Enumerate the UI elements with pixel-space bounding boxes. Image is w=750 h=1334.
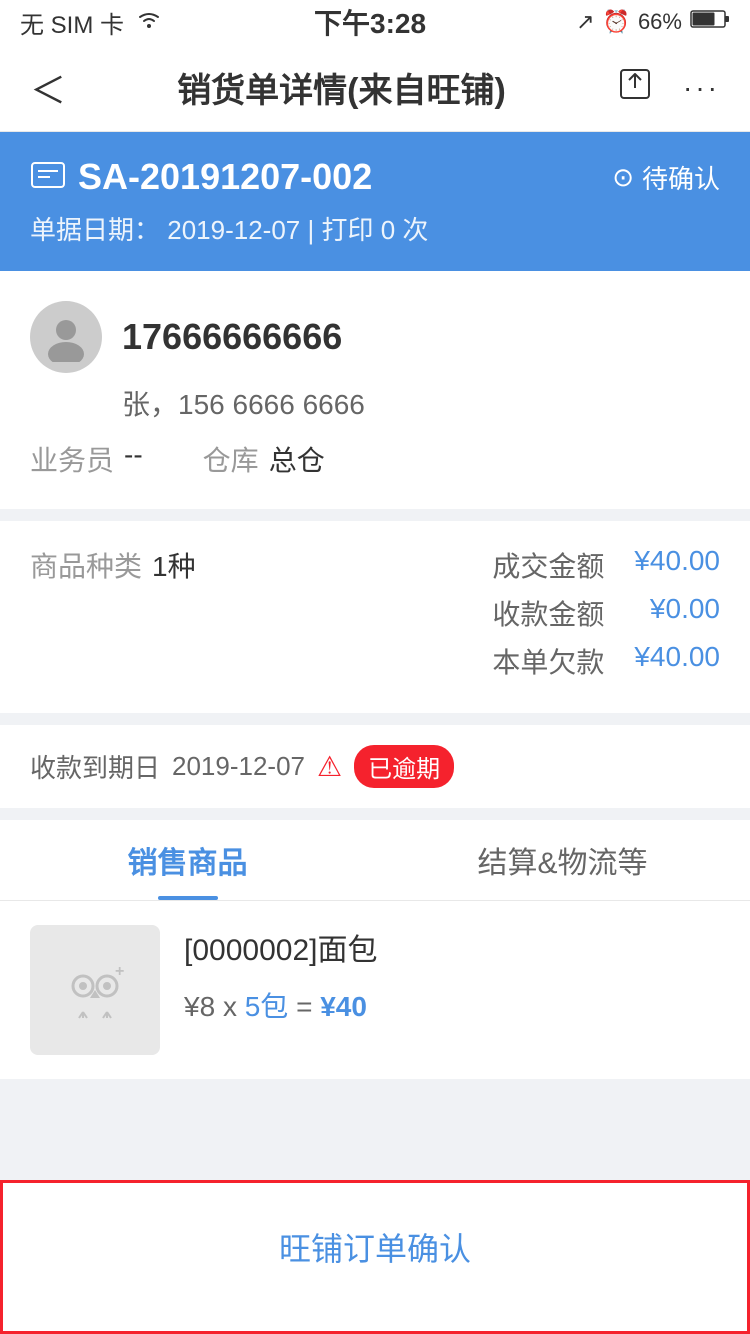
status-right: ↗ ⏰ 66% xyxy=(576,9,730,35)
customer-name: 张，156 6666 6666 xyxy=(122,383,720,423)
nav-bar: ＜ 销货单详情(来自旺铺) ··· xyxy=(0,44,750,132)
status-bar: 无 SIM 卡 下午3:28 ↗ ⏰ 66% xyxy=(0,0,750,44)
avatar xyxy=(30,301,102,373)
carrier-text: 无 SIM 卡 xyxy=(20,5,124,40)
multiply-sign: x xyxy=(223,991,245,1022)
equal-sign: = xyxy=(296,991,320,1022)
salesperson-label: 业务员 xyxy=(30,439,114,479)
confirm-order-button[interactable]: 旺铺订单确认 xyxy=(33,1203,717,1291)
received-amount-label: 收款金额 xyxy=(492,593,604,633)
transaction-amount-label: 成交金额 xyxy=(492,545,604,585)
received-amount-row: 收款金额 ¥0.00 xyxy=(492,593,720,633)
price-per-unit: ¥8 xyxy=(184,991,215,1022)
products-section: + [0000002]面包 ¥8 x 5包 = ¥40 xyxy=(0,901,750,1079)
wifi-icon xyxy=(134,8,164,36)
warehouse-value: 总仓 xyxy=(269,439,325,479)
salesperson-value: -- xyxy=(124,439,143,479)
product-image: + xyxy=(30,925,160,1055)
nav-actions: ··· xyxy=(617,66,720,109)
due-date-section: 收款到期日 2019-12-07 ⚠ 已逾期 xyxy=(0,713,750,808)
page-title: 销货单详情(来自旺铺) xyxy=(177,63,506,112)
more-button[interactable]: ··· xyxy=(683,72,720,104)
location-icon: ↗ xyxy=(576,9,594,35)
product-item: + [0000002]面包 ¥8 x 5包 = ¥40 xyxy=(30,925,720,1055)
tab-sales-products[interactable]: 销售商品 xyxy=(0,820,375,900)
battery-icon xyxy=(690,9,730,35)
product-types-label: 商品种类 xyxy=(30,545,142,585)
order-icon xyxy=(30,156,66,198)
due-amount-row: 本单欠款 ¥40.00 xyxy=(492,641,720,681)
battery-text: 66% xyxy=(638,9,682,35)
product-total: ¥40 xyxy=(320,991,367,1022)
product-price: ¥8 x 5包 = ¥40 xyxy=(184,985,720,1025)
product-types-count: 1种 xyxy=(152,545,196,585)
tabs-row: 销售商品 结算&物流等 xyxy=(0,820,750,900)
transaction-amount-row: 成交金额 ¥40.00 xyxy=(492,545,720,585)
order-header: SA-20191207-002 ⊙ 待确认 单据日期： 2019-12-07 |… xyxy=(0,132,750,271)
alarm-icon: ⏰ xyxy=(603,9,630,35)
salesperson-item: 业务员 -- xyxy=(30,439,143,479)
order-status: ⊙ 待确认 xyxy=(612,159,720,196)
product-name: [0000002]面包 xyxy=(184,925,720,969)
clock-icon: ⊙ xyxy=(612,162,634,193)
due-date-value: 2019-12-07 xyxy=(172,751,305,782)
tabs-section: 销售商品 结算&物流等 xyxy=(0,808,750,901)
warning-icon: ⚠ xyxy=(317,750,342,783)
customer-section: 17666666666 张，156 6666 6666 业务员 -- 仓库 总仓 xyxy=(0,271,750,509)
svg-text:+: + xyxy=(115,963,124,980)
overdue-badge: 已逾期 xyxy=(354,745,454,788)
summary-section: 商品种类 1种 成交金额 ¥40.00 收款金额 ¥0.00 本单欠款 ¥40.… xyxy=(0,509,750,713)
product-types: 商品种类 1种 xyxy=(30,545,196,585)
amounts: 成交金额 ¥40.00 收款金额 ¥0.00 本单欠款 ¥40.00 xyxy=(492,545,720,689)
customer-row: 17666666666 xyxy=(30,301,720,373)
product-info: [0000002]面包 ¥8 x 5包 = ¥40 xyxy=(184,925,720,1025)
due-amount-value: ¥40.00 xyxy=(634,641,720,681)
status-left: 无 SIM 卡 xyxy=(20,5,164,40)
warehouse-item: 仓库 总仓 xyxy=(203,439,325,479)
tab-settlement-logistics[interactable]: 结算&物流等 xyxy=(375,820,750,900)
product-quantity: 5包 xyxy=(245,991,289,1022)
customer-meta: 业务员 -- 仓库 总仓 xyxy=(30,439,720,479)
order-date: 单据日期： 2019-12-07 | 打印 0 次 xyxy=(30,210,720,247)
received-amount-value: ¥0.00 xyxy=(650,593,720,633)
confirm-button-wrapper: 旺铺订单确认 xyxy=(0,1180,750,1334)
due-amount-label: 本单欠款 xyxy=(492,641,604,681)
transaction-amount-value: ¥40.00 xyxy=(634,545,720,585)
order-id: SA-20191207-002 xyxy=(30,156,372,198)
customer-phone: 17666666666 xyxy=(122,316,342,358)
status-time: 下午3:28 xyxy=(314,2,426,42)
due-date-label: 收款到期日 xyxy=(30,748,160,785)
back-button[interactable]: ＜ xyxy=(30,62,66,114)
share-icon[interactable] xyxy=(617,66,653,109)
warehouse-label: 仓库 xyxy=(203,439,259,479)
